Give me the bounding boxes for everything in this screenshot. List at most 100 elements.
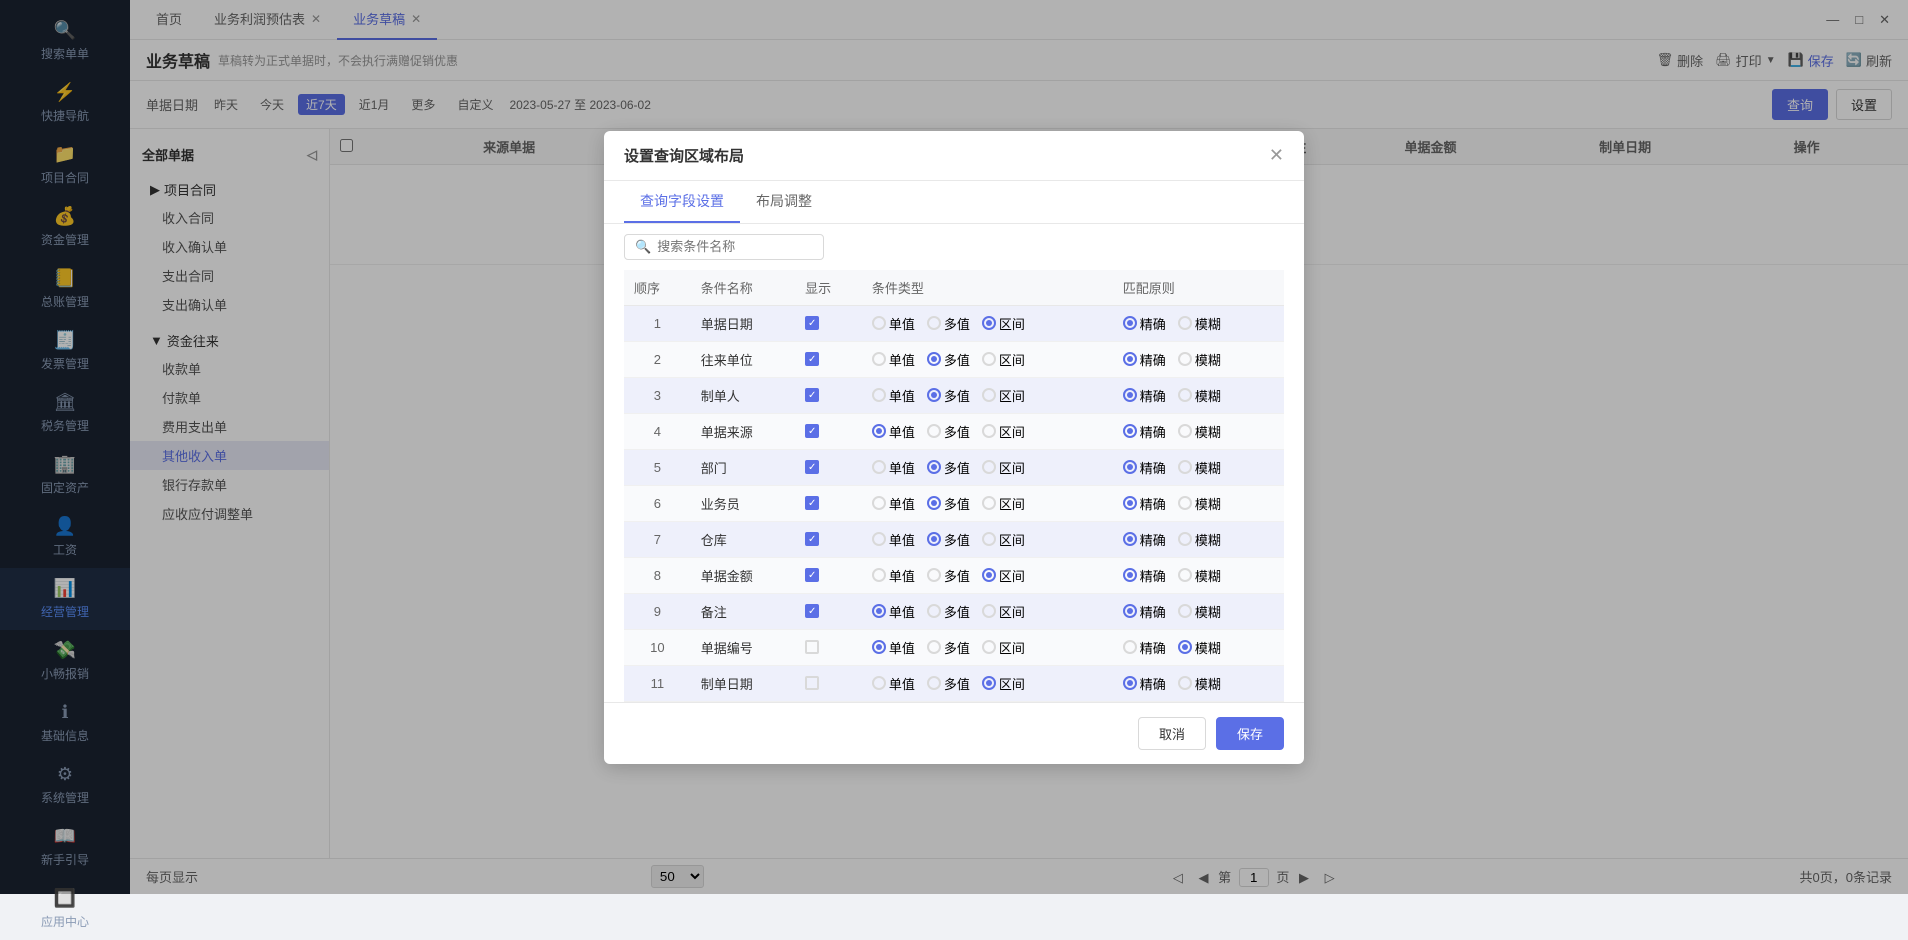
radio-label: 区间	[999, 386, 1025, 405]
radio-精确[interactable]: 精确	[1123, 422, 1166, 441]
radio-区间[interactable]: 区间	[982, 350, 1025, 369]
radio-区间[interactable]: 区间	[982, 458, 1025, 477]
radio-区间[interactable]: 区间	[982, 638, 1025, 657]
radio-精确[interactable]: 精确	[1123, 314, 1166, 333]
cell-match: 精确 模糊	[1113, 629, 1284, 665]
radio-模糊[interactable]: 模糊	[1178, 350, 1221, 369]
radio-多值[interactable]: 多值	[927, 386, 970, 405]
radio-多值[interactable]: 多值	[927, 350, 970, 369]
cell-show[interactable]	[795, 629, 862, 665]
cell-show[interactable]: ✓	[795, 485, 862, 521]
cell-show[interactable]: ✓	[795, 341, 862, 377]
radio-单值[interactable]: 单值	[872, 350, 915, 369]
show-checkbox[interactable]: ✓	[805, 424, 819, 438]
radio-区间[interactable]: 区间	[982, 386, 1025, 405]
radio-单值[interactable]: 单值	[872, 638, 915, 657]
modal-close-button[interactable]: ✕	[1269, 145, 1284, 166]
radio-circle	[982, 352, 996, 366]
cell-show[interactable]: ✓	[795, 449, 862, 485]
show-checkbox[interactable]: ✓	[805, 316, 819, 330]
cell-name: 业务员	[691, 485, 795, 521]
radio-模糊[interactable]: 模糊	[1178, 674, 1221, 693]
cell-type: 单值 多值 区间	[862, 665, 1113, 701]
radio-circle	[1178, 640, 1192, 654]
radio-模糊[interactable]: 模糊	[1178, 314, 1221, 333]
radio-精确[interactable]: 精确	[1123, 566, 1166, 585]
show-checkbox[interactable]: ✓	[805, 460, 819, 474]
radio-多值[interactable]: 多值	[927, 422, 970, 441]
radio-精确[interactable]: 精确	[1123, 602, 1166, 621]
type-radio-group: 单值 多值 区间	[872, 494, 1103, 513]
radio-精确[interactable]: 精确	[1123, 674, 1166, 693]
radio-模糊[interactable]: 模糊	[1178, 602, 1221, 621]
radio-模糊[interactable]: 模糊	[1178, 386, 1221, 405]
radio-模糊[interactable]: 模糊	[1178, 530, 1221, 549]
radio-区间[interactable]: 区间	[982, 674, 1025, 693]
radio-模糊[interactable]: 模糊	[1178, 566, 1221, 585]
cell-show[interactable]: ✓	[795, 305, 862, 341]
radio-精确[interactable]: 精确	[1123, 494, 1166, 513]
match-radio-group: 精确 模糊	[1123, 602, 1274, 621]
radio-单值[interactable]: 单值	[872, 314, 915, 333]
show-checkbox[interactable]: ✓	[805, 604, 819, 618]
modal-tab-field-settings[interactable]: 查询字段设置	[624, 181, 740, 223]
radio-精确[interactable]: 精确	[1123, 458, 1166, 477]
show-checkbox[interactable]: ✓	[805, 532, 819, 546]
radio-单值[interactable]: 单值	[872, 602, 915, 621]
modal-tabs: 查询字段设置 布局调整	[604, 181, 1304, 224]
cell-show[interactable]	[795, 665, 862, 701]
show-checkbox[interactable]: ✓	[805, 388, 819, 402]
radio-区间[interactable]: 区间	[982, 422, 1025, 441]
radio-多值[interactable]: 多值	[927, 458, 970, 477]
radio-区间[interactable]: 区间	[982, 602, 1025, 621]
radio-单值[interactable]: 单值	[872, 494, 915, 513]
cell-show[interactable]: ✓	[795, 413, 862, 449]
show-checkbox[interactable]: ✓	[805, 496, 819, 510]
show-checkbox[interactable]: ✓	[805, 352, 819, 366]
radio-单值[interactable]: 单值	[872, 674, 915, 693]
save-button[interactable]: 保存	[1216, 717, 1284, 750]
cell-type: 单值 多值 区间	[862, 485, 1113, 521]
radio-区间[interactable]: 区间	[982, 530, 1025, 549]
cancel-button[interactable]: 取消	[1138, 717, 1206, 750]
radio-区间[interactable]: 区间	[982, 494, 1025, 513]
radio-多值[interactable]: 多值	[927, 602, 970, 621]
radio-多值[interactable]: 多值	[927, 566, 970, 585]
radio-label: 单值	[889, 674, 915, 693]
radio-模糊[interactable]: 模糊	[1178, 422, 1221, 441]
radio-精确[interactable]: 精确	[1123, 638, 1166, 657]
show-checkbox[interactable]	[805, 640, 819, 654]
show-checkbox[interactable]: ✓	[805, 568, 819, 582]
radio-精确[interactable]: 精确	[1123, 386, 1166, 405]
radio-精确[interactable]: 精确	[1123, 350, 1166, 369]
match-radio-group: 精确 模糊	[1123, 494, 1274, 513]
radio-模糊[interactable]: 模糊	[1178, 458, 1221, 477]
show-checkbox[interactable]	[805, 676, 819, 690]
cell-show[interactable]: ✓	[795, 521, 862, 557]
radio-区间[interactable]: 区间	[982, 314, 1025, 333]
radio-多值[interactable]: 多值	[927, 314, 970, 333]
radio-多值[interactable]: 多值	[927, 674, 970, 693]
radio-模糊[interactable]: 模糊	[1178, 494, 1221, 513]
radio-circle	[982, 604, 996, 618]
type-radio-group: 单值 多值 区间	[872, 386, 1103, 405]
modal-overlay[interactable]: 设置查询区域布局 ✕ 查询字段设置 布局调整 🔍	[0, 0, 1908, 894]
modal-search-input[interactable]	[657, 239, 817, 254]
radio-单值[interactable]: 单值	[872, 386, 915, 405]
radio-模糊[interactable]: 模糊	[1178, 638, 1221, 657]
radio-多值[interactable]: 多值	[927, 530, 970, 549]
radio-单值[interactable]: 单值	[872, 530, 915, 549]
radio-单值[interactable]: 单值	[872, 422, 915, 441]
cell-show[interactable]: ✓	[795, 593, 862, 629]
modal-tab-layout[interactable]: 布局调整	[740, 181, 828, 223]
radio-多值[interactable]: 多值	[927, 494, 970, 513]
radio-精确[interactable]: 精确	[1123, 530, 1166, 549]
radio-circle	[927, 352, 941, 366]
type-radio-group: 单值 多值 区间	[872, 674, 1103, 693]
radio-单值[interactable]: 单值	[872, 458, 915, 477]
radio-多值[interactable]: 多值	[927, 638, 970, 657]
cell-show[interactable]: ✓	[795, 377, 862, 413]
radio-区间[interactable]: 区间	[982, 566, 1025, 585]
radio-单值[interactable]: 单值	[872, 566, 915, 585]
cell-show[interactable]: ✓	[795, 557, 862, 593]
